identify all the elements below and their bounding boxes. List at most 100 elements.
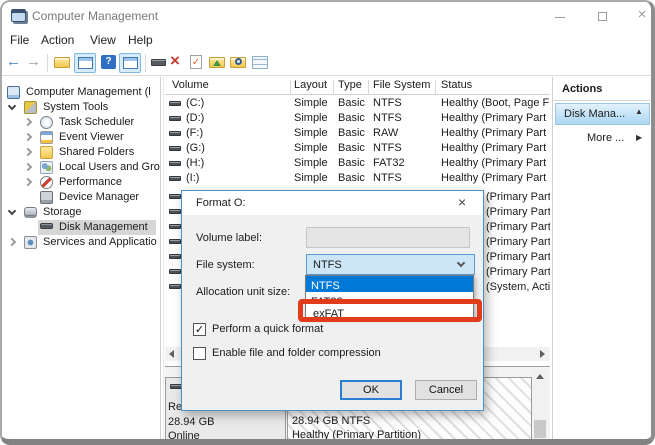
show-console-tree-icon[interactable] [54, 57, 70, 68]
actions-header: Actions [562, 83, 603, 95]
column-type[interactable]: Type [338, 78, 362, 93]
delete-volume-icon[interactable]: × [170, 51, 180, 71]
chevron-right-icon[interactable] [23, 147, 33, 157]
option-ntfs[interactable]: NTFS [306, 276, 473, 292]
forward-icon[interactable]: → [26, 52, 41, 72]
annotation-highlight-box [298, 299, 482, 322]
minimize-button[interactable] [550, 8, 570, 26]
dialog-title-bar: Format O: × [182, 191, 483, 215]
show-action-pane-icon[interactable] [119, 53, 141, 73]
actions-group-disk-management[interactable]: Disk Mana... ▲ [555, 103, 650, 125]
table-row[interactable]: (I:) Simple Basic NTFS Healthy (Primary … [165, 171, 550, 186]
status-fragment: (Primary Part [486, 251, 550, 263]
menu-action[interactable]: Action [41, 30, 74, 50]
scroll-up-button[interactable] [533, 370, 546, 383]
tree-item-shared-folders[interactable]: Shared Folders [2, 145, 160, 160]
disk-tool-icon[interactable] [151, 59, 166, 66]
volume-icon [169, 131, 181, 136]
status-fragment: (Primary Part [486, 206, 550, 218]
tree-item-device-manager[interactable]: Device Manager [2, 190, 160, 205]
screenshot: Computer Management × File Action View H… [0, 0, 655, 445]
partition-size-fs: 28.94 GB NTFS [292, 415, 371, 427]
menu-bar: File Action View Help [2, 30, 651, 50]
chevron-down-icon[interactable] [7, 206, 17, 216]
performance-icon [40, 176, 53, 189]
console-window-icon[interactable] [74, 53, 96, 73]
properties-list-icon[interactable] [252, 56, 268, 69]
tree-item-local-users[interactable]: Local Users and Gro [2, 160, 160, 175]
close-button[interactable]: × [632, 6, 651, 24]
tree-item-task-scheduler[interactable]: Task Scheduler [2, 115, 160, 130]
status-fragment: (Primary Part [486, 266, 550, 278]
device-manager-icon [40, 191, 53, 204]
column-volume[interactable]: Volume [172, 78, 209, 93]
scroll-left-button[interactable] [165, 347, 178, 360]
pane-splitter[interactable] [160, 77, 164, 439]
dialog-close-icon[interactable]: × [458, 194, 466, 210]
chevron-right-icon[interactable] [7, 237, 17, 247]
collapse-icon[interactable]: ▲ [635, 107, 643, 116]
vertical-scrollbar[interactable] [533, 368, 547, 439]
volume-label-label: Volume label: [196, 232, 263, 244]
chevron-down-icon[interactable] [7, 101, 17, 111]
tree-item-storage[interactable]: Storage [2, 205, 160, 220]
chevron-down-icon[interactable] [456, 258, 466, 268]
volume-icon [169, 224, 181, 229]
tree-item-system-tools[interactable]: System Tools [2, 100, 160, 115]
compression-label: Enable file and folder compression [212, 347, 381, 359]
status-fragment: (Primary Part [486, 221, 550, 233]
ok-button[interactable]: OK [340, 380, 402, 400]
tree-item-disk-management[interactable]: Disk Management [2, 220, 160, 235]
folder-search-icon[interactable] [230, 57, 246, 68]
scrollbar-thumb[interactable] [534, 420, 546, 438]
cancel-button[interactable]: Cancel [415, 380, 477, 400]
volume-label-input[interactable] [306, 227, 470, 248]
status-fragment: (Primary Part [486, 191, 550, 203]
menu-help[interactable]: Help [128, 30, 153, 50]
help-icon[interactable]: ? [101, 55, 116, 69]
table-row[interactable]: (D:) Simple Basic NTFS Healthy (Primary … [165, 111, 550, 126]
computer-icon [7, 86, 20, 99]
table-row[interactable]: (C:) Simple Basic NTFS Healthy (Boot, Pa… [165, 96, 550, 111]
tree-item-services-applications[interactable]: Services and Applicatio [2, 235, 160, 250]
volume-icon [169, 176, 181, 181]
table-row[interactable]: (G:) Simple Basic NTFS Healthy (Primary … [165, 141, 550, 156]
table-row[interactable]: (F:) Simple Basic RAW Healthy (Primary P… [165, 126, 550, 141]
shared-folders-icon [40, 146, 53, 159]
check-document-icon[interactable]: ✓ [190, 55, 202, 69]
tools-icon [24, 101, 37, 114]
table-row[interactable]: (H:) Simple Basic FAT32 Healthy (Primary… [165, 156, 550, 171]
maximize-button[interactable] [592, 8, 612, 26]
menu-file[interactable]: File [10, 30, 29, 50]
actions-pane: Actions Disk Mana... ▲ More ... ▶ [552, 77, 651, 439]
partition-status: Healthy (Primary Partition) [292, 429, 421, 441]
tree-item-computer-management[interactable]: Computer Management (l [2, 85, 160, 100]
volume-icon [169, 284, 181, 289]
tree-item-event-viewer[interactable]: Event Viewer [2, 130, 160, 145]
tree-item-performance[interactable]: Performance [2, 175, 160, 190]
file-system-combobox[interactable]: NTFS [306, 254, 475, 275]
column-status[interactable]: Status [441, 78, 472, 93]
dialog-title: Format O: [196, 197, 246, 209]
services-icon [24, 236, 37, 249]
volume-icon [169, 116, 181, 121]
menu-view[interactable]: View [90, 30, 116, 50]
chevron-right-icon[interactable] [23, 162, 33, 172]
volume-icon [169, 146, 181, 151]
back-icon[interactable]: ← [6, 52, 21, 72]
quick-format-label: Perform a quick format [212, 323, 324, 335]
chevron-right-icon[interactable] [23, 117, 33, 127]
expand-icon[interactable]: ▶ [636, 133, 642, 142]
scroll-right-button[interactable] [536, 347, 549, 360]
compression-checkbox[interactable] [193, 347, 206, 360]
chevron-right-icon[interactable] [23, 177, 33, 187]
column-file-system[interactable]: File System [373, 78, 430, 93]
volume-icon [169, 254, 181, 259]
volume-icon [169, 269, 181, 274]
actions-more-item[interactable]: More ... ▶ [555, 129, 650, 149]
folder-up-icon[interactable] [209, 57, 225, 68]
chevron-right-icon[interactable] [23, 132, 33, 142]
quick-format-checkbox[interactable]: ✓ [193, 323, 206, 336]
title-bar: Computer Management × [2, 2, 651, 30]
column-layout[interactable]: Layout [294, 78, 327, 93]
